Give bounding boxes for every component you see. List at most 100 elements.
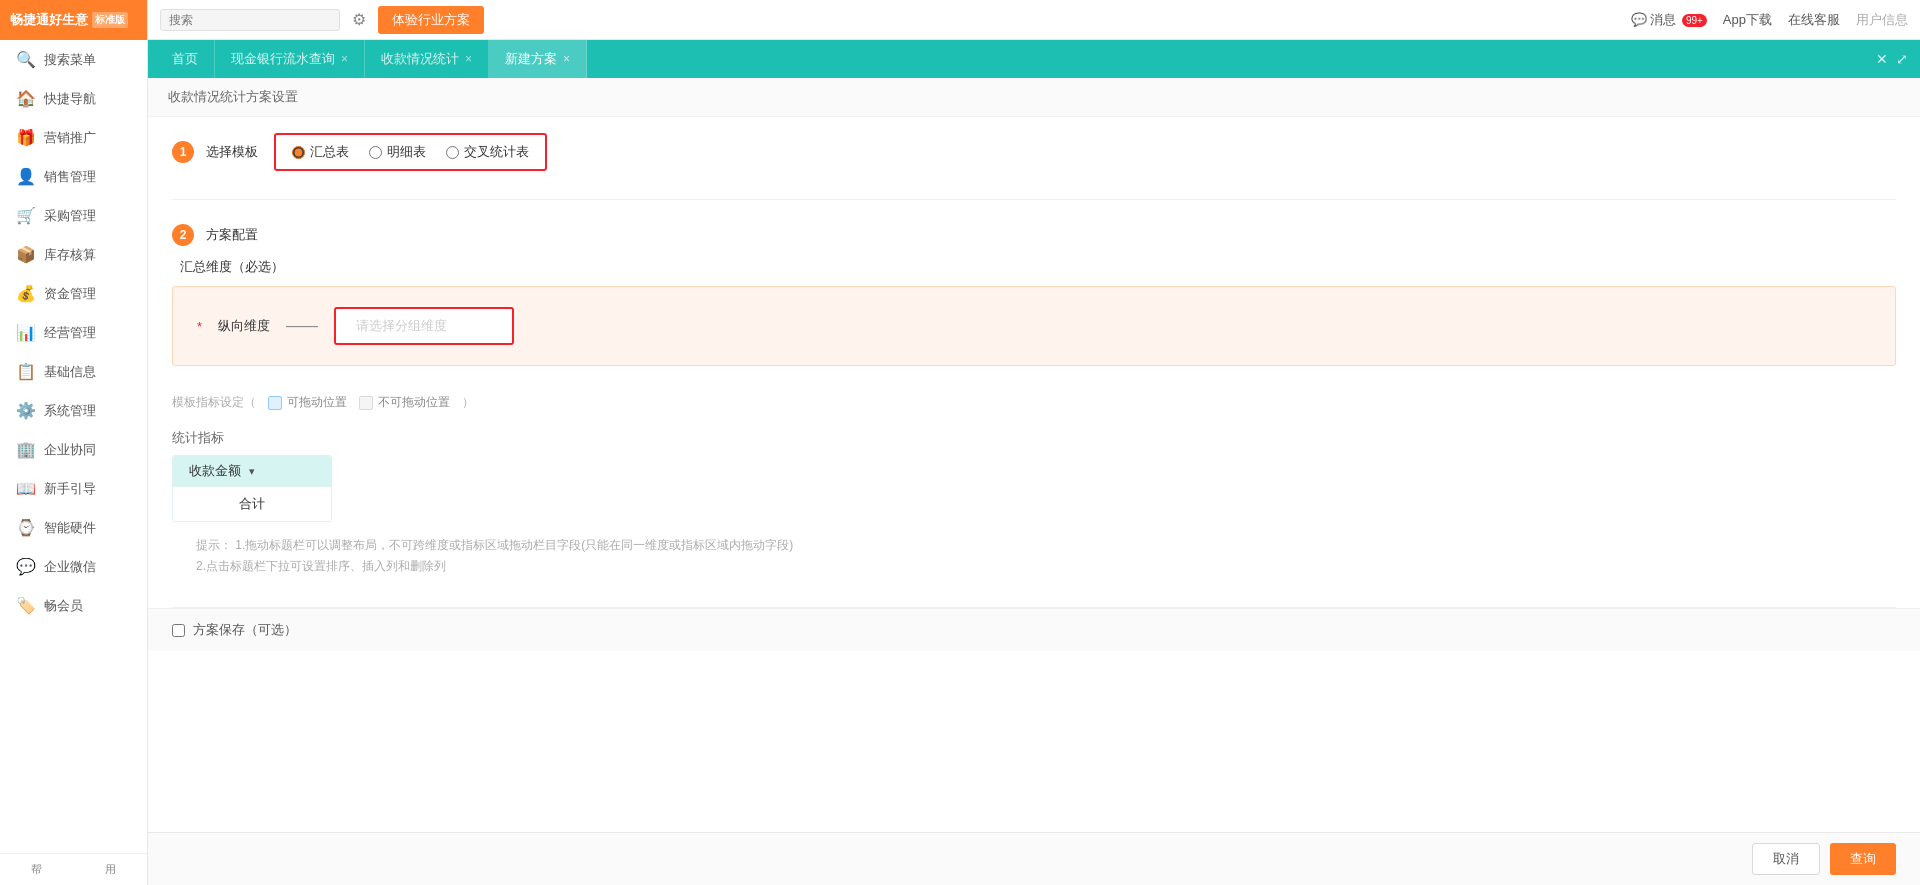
drag-icon [268,396,282,410]
app-header: ⚙ 体验行业方案 💬 消息 99+ App下载 在线客服 用户信息 [148,0,1920,40]
box-icon: 📦 [16,245,36,264]
tab-collection-close[interactable]: × [465,52,472,66]
notification-item[interactable]: 💬 消息 99+ [1631,11,1707,29]
content-area: 收款情况统计方案设置 1 选择模板 汇总表 [148,78,1920,885]
content-inner: 收款情况统计方案设置 1 选择模板 汇总表 [148,78,1920,832]
footer: 取消 查询 [148,832,1920,885]
query-button[interactable]: 查询 [1830,843,1896,875]
sidebar: 畅捷通好生意 标准版 🔍 搜索菜单 🏠 快捷导航 🎁 营销推广 👤 销售管理 🛒… [0,0,148,885]
gear-icon: ⚙️ [16,401,36,420]
dimension-select[interactable]: 请选择分组维度 [334,307,514,345]
save-section: 方案保存（可选） [148,608,1920,651]
step1-row: 1 选择模板 汇总表 明细表 [172,133,1896,171]
tab-cash-flow-close[interactable]: × [341,52,348,66]
sidebar-item-sales[interactable]: 👤 销售管理 [0,157,147,196]
radio-summary-label: 汇总表 [310,143,349,161]
sidebar-item-basic-info[interactable]: 📋 基础信息 [0,352,147,391]
sidebar-user-btn[interactable]: 用 [74,854,148,885]
sidebar-item-label: 系统管理 [44,402,96,420]
sidebar-item-label: 企业协同 [44,441,96,459]
header-right: 💬 消息 99+ App下载 在线客服 用户信息 [1631,11,1908,29]
logo-text: 畅捷通好生意 [10,11,88,29]
sidebar-item-search[interactable]: 🔍 搜索菜单 [0,40,147,79]
cart-icon: 🛒 [16,206,36,225]
radio-summary[interactable]: 汇总表 [292,143,349,161]
clipboard-icon: 📋 [16,362,36,381]
sidebar-item-label: 销售管理 [44,168,96,186]
step2-section: 2 方案配置 汇总维度（必选） * 纵向维度 —— 请选择分组维度 [148,208,1920,607]
radio-detail[interactable]: 明细表 [369,143,426,161]
tab-home[interactable]: 首页 [156,40,215,78]
tab-collection-stats[interactable]: 收款情况统计 × [365,40,489,78]
notification-badge: 99+ [1682,14,1707,27]
sidebar-item-quick-nav[interactable]: 🏠 快捷导航 [0,79,147,118]
sidebar-item-system[interactable]: ⚙️ 系统管理 [0,391,147,430]
sidebar-item-wechat[interactable]: 💬 企业微信 [0,547,147,586]
watch-icon: ⌚ [16,518,36,537]
user-icon: 👤 [16,167,36,186]
indicators-section: 模板指标设定（ 可拖动位置 不可拖动位置 ） 统计指 [172,382,1896,525]
trial-button[interactable]: 体验行业方案 [378,6,484,34]
dimension-subtitle: 汇总维度（必选） [172,258,1896,276]
legend-close-paren: ） [462,394,474,411]
statistics-indicator-label: 统计指标 [172,429,1872,447]
indicator-dropdown-icon[interactable]: ▾ [249,465,255,478]
app-download-link[interactable]: App下载 [1723,11,1772,29]
sidebar-item-inventory[interactable]: 📦 库存核算 [0,235,147,274]
radio-cross[interactable]: 交叉统计表 [446,143,529,161]
hint-2: 2.点击标题栏下拉可设置排序、插入列和删除列 [196,558,1872,575]
radio-detail-input[interactable] [369,146,382,159]
sidebar-item-operations[interactable]: 📊 经营管理 [0,313,147,352]
fixed-icon [359,396,373,410]
indicator-column-name: 收款金额 [189,462,241,480]
tab-home-label: 首页 [172,50,198,68]
user-info[interactable]: 用户信息 [1856,11,1908,29]
settings-icon[interactable]: ⚙ [352,10,366,29]
search-input[interactable] [160,9,340,31]
tab-new-plan-close[interactable]: × [563,52,570,66]
sidebar-item-purchase[interactable]: 🛒 采购管理 [0,196,147,235]
expand-icon[interactable]: ⤢ [1896,51,1908,67]
close-window-icon[interactable]: ✕ [1876,51,1888,67]
sidebar-item-enterprise[interactable]: 🏢 企业协同 [0,430,147,469]
cancel-button[interactable]: 取消 [1752,843,1820,875]
tab-new-plan[interactable]: 新建方案 × [489,40,587,78]
sidebar-item-label: 搜索菜单 [44,51,96,69]
sidebar-item-label: 新手引导 [44,480,96,498]
dimension-placeholder: 请选择分组维度 [356,318,447,333]
tab-collection-label: 收款情况统计 [381,50,459,68]
sidebar-help-btn[interactable]: 帮 [0,854,74,885]
online-service-link[interactable]: 在线客服 [1788,11,1840,29]
sidebar-bottom: 帮 用 [0,853,147,885]
building-icon: 🏢 [16,440,36,459]
sidebar-item-label: 库存核算 [44,246,96,264]
chart-icon: 📊 [16,323,36,342]
drag-legend-item: 可拖动位置 [268,394,347,411]
tab-new-plan-label: 新建方案 [505,50,557,68]
sidebar-item-label: 畅会员 [44,597,83,615]
drag-label: 可拖动位置 [287,394,347,411]
sidebar-item-smart-hw[interactable]: ⌚ 智能硬件 [0,508,147,547]
save-checkbox[interactable] [172,624,185,637]
divider-1 [172,199,1896,200]
template-selection-box: 汇总表 明细表 交叉统计表 [274,133,547,171]
tab-cash-flow[interactable]: 现金银行流水查询 × [215,40,365,78]
indicator-table-header: 收款金额 ▾ [173,456,331,486]
home-icon: 🏠 [16,89,36,108]
indicator-table: 收款金额 ▾ 合计 [172,455,332,522]
sidebar-item-marketing[interactable]: 🎁 营销推广 [0,118,147,157]
search-icon: 🔍 [16,50,36,69]
sidebar-item-finance[interactable]: 💰 资金管理 [0,274,147,313]
sidebar-item-member[interactable]: 🏷️ 畅会员 [0,586,147,625]
main-area: ⚙ 体验行业方案 💬 消息 99+ App下载 在线客服 用户信息 首页 现金银… [148,0,1920,885]
radio-cross-input[interactable] [446,146,459,159]
hint-1: 提示： 1.拖动标题栏可以调整布局，不可跨维度或指标区域拖动栏目字段(只能在同一… [196,537,1872,554]
step2-circle: 2 [172,224,194,246]
sidebar-item-label: 经营管理 [44,324,96,342]
tag-icon: 🏷️ [16,596,36,615]
sidebar-item-label: 智能硬件 [44,519,96,537]
radio-summary-input[interactable] [292,146,305,159]
sidebar-logo: 畅捷通好生意 标准版 [0,0,147,40]
sidebar-item-newbie[interactable]: 📖 新手引导 [0,469,147,508]
radio-detail-label: 明细表 [387,143,426,161]
